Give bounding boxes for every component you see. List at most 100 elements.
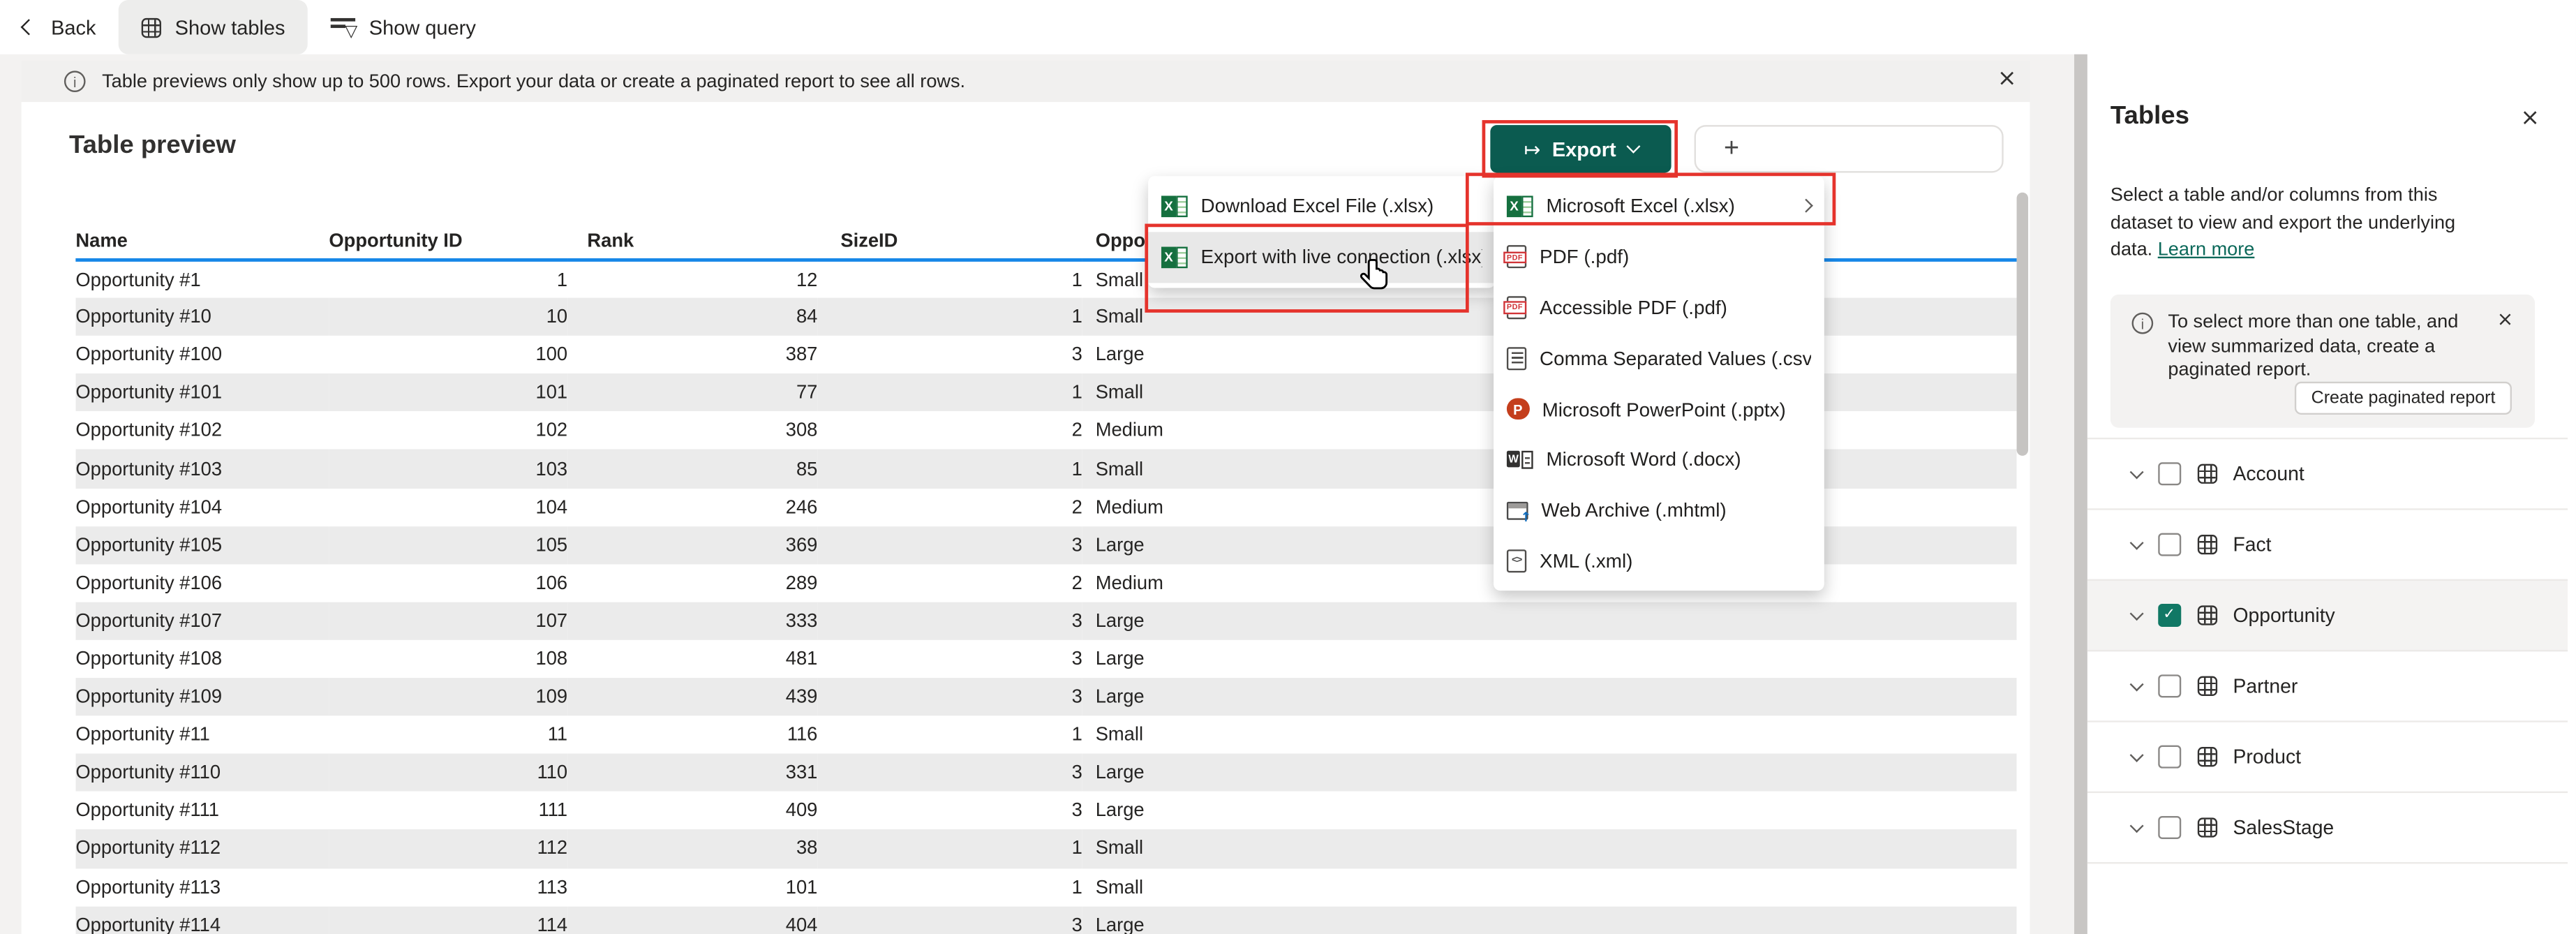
table-cell: 109 <box>329 678 567 716</box>
table-checkbox[interactable] <box>2158 463 2180 485</box>
column-header: SizeID <box>817 227 1082 260</box>
excel-icon: X <box>1161 246 1188 268</box>
table-cell: 84 <box>567 298 817 336</box>
back-button[interactable]: Back <box>0 0 119 54</box>
sidebar-table-row-product[interactable]: Product <box>2087 722 2568 793</box>
format-submenu-item[interactable]: Comma Separated Values (.csv) <box>1494 333 1824 384</box>
table-row: Opportunity #1111114093Large <box>75 792 2016 829</box>
table-row: Opportunity #1071073333Large <box>75 602 2016 639</box>
format-submenu-item[interactable]: PMicrosoft PowerPoint (.pptx) <box>1494 384 1824 435</box>
plus-icon: + <box>1724 134 1739 163</box>
table-cell: Large <box>1082 754 2017 792</box>
add-table-tab[interactable]: + <box>1695 125 2004 172</box>
show-query-tab[interactable]: ▽ Show query <box>308 0 499 54</box>
table-cell: 3 <box>817 526 1082 563</box>
table-cell: 2 <box>817 564 1082 602</box>
panel-splitter[interactable] <box>2074 54 2087 934</box>
format-submenu-item[interactable]: WMicrosoft Word (.docx) <box>1494 434 1824 485</box>
table-cell: 104 <box>329 488 567 526</box>
table-cell: Opportunity #109 <box>75 678 329 716</box>
export-menu-item[interactable]: XDownload Excel File (.xlsx) <box>1148 181 1495 232</box>
table-cell: 114 <box>329 906 567 934</box>
table-cell: 481 <box>567 640 817 678</box>
excel-icon: X <box>1161 195 1188 217</box>
table-row: Opportunity #1081084813Large <box>75 640 2016 678</box>
show-tables-tab[interactable]: Show tables <box>119 0 308 54</box>
menu-item-label: PDF (.pdf) <box>1540 246 1629 269</box>
table-cell: Opportunity #11 <box>75 716 329 754</box>
table-cell: Opportunity #113 <box>75 868 329 905</box>
table-cell: Opportunity #101 <box>75 374 329 412</box>
close-icon[interactable]: × <box>1997 66 2017 92</box>
create-paginated-report-button[interactable]: Create paginated report <box>2295 382 2512 415</box>
format-submenu-item[interactable]: ↑Web Archive (.mhtml) <box>1494 485 1824 536</box>
table-cell: 333 <box>567 602 817 639</box>
close-icon[interactable]: × <box>2497 308 2514 331</box>
sidebar-title: Tables <box>2110 102 2189 131</box>
table-row: Opportunity #11111161Small <box>75 716 2016 754</box>
table-checkbox[interactable] <box>2158 533 2180 556</box>
table-name: Fact <box>2233 533 2271 556</box>
table-checkbox[interactable] <box>2158 817 2180 839</box>
export-menu-item[interactable]: XExport with live connection (.xlsx) <box>1148 232 1495 283</box>
table-cell: 38 <box>567 830 817 868</box>
table-cell: Large <box>1082 792 2017 829</box>
table-cell: 110 <box>329 754 567 792</box>
sidebar-table-row-account[interactable]: Account <box>2087 439 2568 510</box>
format-submenu-item[interactable]: PDFAccessible PDF (.pdf) <box>1494 282 1824 333</box>
export-button[interactable]: ↦ Export <box>1490 125 1671 172</box>
column-header: Name <box>75 227 329 260</box>
sidebar-table-row-fact[interactable]: Fact <box>2087 510 2568 581</box>
table-cell: Opportunity #103 <box>75 450 329 488</box>
menu-item-label: Web Archive (.mhtml) <box>1541 499 1726 522</box>
table-cell: Opportunity #112 <box>75 830 329 868</box>
export-menu: XDownload Excel File (.xlsx)XExport with… <box>1148 176 1495 287</box>
show-query-label: Show query <box>369 15 476 38</box>
chevron-down-icon[interactable] <box>2130 676 2144 690</box>
table-cell: 108 <box>329 640 567 678</box>
table-cell: 409 <box>567 792 817 829</box>
format-submenu-item[interactable]: XMicrosoft Excel (.xlsx) <box>1494 181 1824 232</box>
chevron-down-icon[interactable] <box>2130 535 2144 549</box>
chevron-down-icon[interactable] <box>2130 464 2144 478</box>
sidebar-table-row-salesstage[interactable]: SalesStage <box>2087 793 2568 863</box>
sidebar-description: Select a table and/or columns from this … <box>2110 183 2502 265</box>
sidebar-table-row-opportunity[interactable]: ✓Opportunity <box>2087 581 2568 651</box>
table-cell: 3 <box>817 336 1082 373</box>
column-header: Rank <box>567 227 817 260</box>
table-checkbox[interactable]: ✓ <box>2158 605 2180 627</box>
table-cell: 103 <box>329 450 567 488</box>
chevron-down-icon[interactable] <box>2130 818 2144 832</box>
table-cell: 116 <box>567 716 817 754</box>
format-submenu-item[interactable]: PDFPDF (.pdf) <box>1494 232 1824 283</box>
export-format-submenu: XMicrosoft Excel (.xlsx)PDFPDF (.pdf)PDF… <box>1494 176 1824 591</box>
top-toolbar: Back Show tables ▽ Show query <box>0 0 2576 54</box>
chevron-down-icon[interactable] <box>2130 606 2144 620</box>
table-checkbox[interactable] <box>2158 675 2180 697</box>
query-filter-icon: ▽ <box>332 17 356 38</box>
table-checkbox[interactable] <box>2158 746 2180 768</box>
table-cell: 77 <box>567 374 817 412</box>
table-cell: 100 <box>329 336 567 373</box>
sidebar-table-row-partner[interactable]: Partner <box>2087 651 2568 722</box>
table-cell: Opportunity #110 <box>75 754 329 792</box>
export-arrow-icon: ↦ <box>1524 139 1541 158</box>
table-cell: 3 <box>817 678 1082 716</box>
chevron-down-icon[interactable] <box>2130 748 2144 762</box>
format-submenu-item[interactable]: <>XML (.xml) <box>1494 535 1824 586</box>
table-cell: 331 <box>567 754 817 792</box>
column-header: Opportunity ID <box>329 227 567 260</box>
close-icon[interactable]: × <box>2520 105 2540 132</box>
learn-more-link[interactable]: Learn more <box>2158 240 2255 260</box>
table-cell: 101 <box>329 374 567 412</box>
app-window: Back Show tables ▽ Show query i Table pr… <box>0 0 2576 934</box>
table-cell: 112 <box>329 830 567 868</box>
table-icon <box>2197 747 2217 766</box>
csv-icon <box>1507 347 1526 370</box>
table-cell: Large <box>1082 678 2017 716</box>
table-icon <box>2197 817 2217 837</box>
notice-text: To select more than one table, and view … <box>2168 311 2467 383</box>
table-cell: 105 <box>329 526 567 563</box>
vertical-scrollbar-thumb[interactable] <box>2017 193 2028 456</box>
pdf-icon: PDF <box>1507 296 1526 319</box>
